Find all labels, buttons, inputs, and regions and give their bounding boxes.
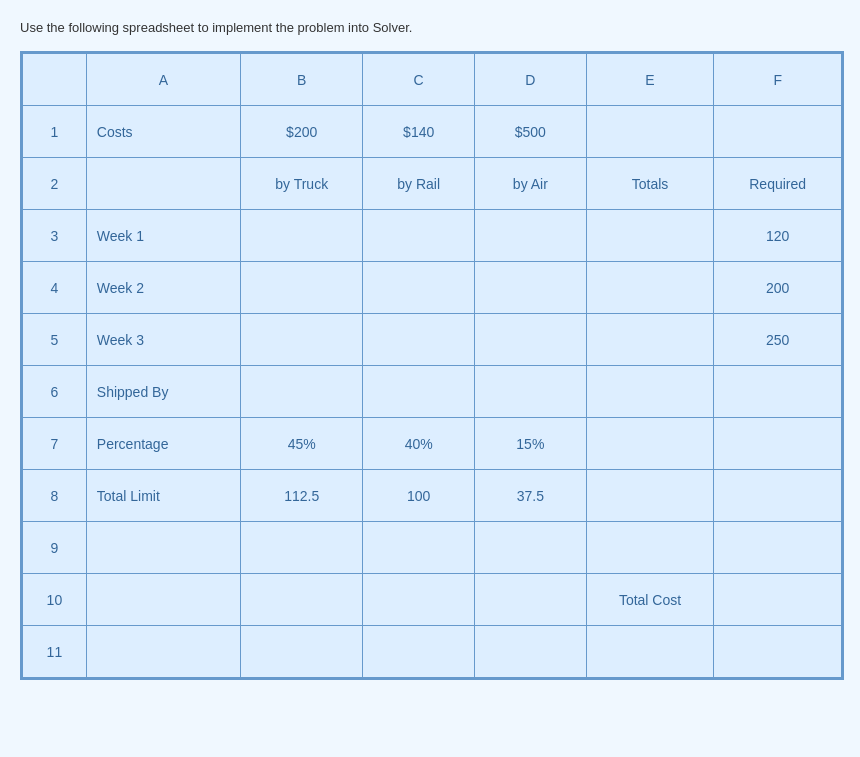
cell-f-7[interactable] (714, 418, 842, 470)
table-row: 9 (23, 522, 842, 574)
cell-b-3[interactable] (241, 210, 363, 262)
table-row: 3Week 1 120 (23, 210, 842, 262)
cell-c-11[interactable] (363, 626, 475, 678)
spreadsheet-table: A B C D E F 1Costs$200$140$5002by Truckb… (22, 53, 842, 678)
cell-a-8[interactable]: Total Limit (86, 470, 240, 522)
cell-f-2[interactable]: Required (714, 158, 842, 210)
row-num-1[interactable]: 1 (23, 106, 87, 158)
cell-e-8[interactable] (586, 470, 714, 522)
header-row: A B C D E F (23, 54, 842, 106)
cell-a-9[interactable] (86, 522, 240, 574)
cell-c-8[interactable]: 100 (363, 470, 475, 522)
cell-f-5[interactable]: 250 (714, 314, 842, 366)
cell-d-3[interactable] (475, 210, 587, 262)
table-row: 5Week 3 250 (23, 314, 842, 366)
header-b: B (241, 54, 363, 106)
cell-c-5[interactable] (363, 314, 475, 366)
cell-b-6[interactable] (241, 366, 363, 418)
cell-d-1[interactable]: $500 (475, 106, 587, 158)
header-c: C (363, 54, 475, 106)
instruction-text: Use the following spreadsheet to impleme… (20, 20, 840, 35)
cell-f-11[interactable] (714, 626, 842, 678)
header-a: A (86, 54, 240, 106)
cell-e-6[interactable] (586, 366, 714, 418)
cell-c-4[interactable] (363, 262, 475, 314)
cell-e-5[interactable] (586, 314, 714, 366)
cell-d-9[interactable] (475, 522, 587, 574)
cell-e-1[interactable] (586, 106, 714, 158)
row-num-8[interactable]: 8 (23, 470, 87, 522)
cell-d-10[interactable] (475, 574, 587, 626)
table-row: 8Total Limit112.510037.5 (23, 470, 842, 522)
cell-f-10[interactable] (714, 574, 842, 626)
row-num-10[interactable]: 10 (23, 574, 87, 626)
table-row: 7Percentage45%40%15% (23, 418, 842, 470)
cell-a-4[interactable]: Week 2 (86, 262, 240, 314)
header-e: E (586, 54, 714, 106)
cell-d-4[interactable] (475, 262, 587, 314)
cell-a-11[interactable] (86, 626, 240, 678)
table-row: 6Shipped By (23, 366, 842, 418)
cell-a-2[interactable] (86, 158, 240, 210)
row-num-4[interactable]: 4 (23, 262, 87, 314)
cell-c-7[interactable]: 40% (363, 418, 475, 470)
header-d: D (475, 54, 587, 106)
cell-c-6[interactable] (363, 366, 475, 418)
row-num-9[interactable]: 9 (23, 522, 87, 574)
row-num-11[interactable]: 11 (23, 626, 87, 678)
cell-f-3[interactable]: 120 (714, 210, 842, 262)
cell-e-11[interactable] (586, 626, 714, 678)
cell-b-8[interactable]: 112.5 (241, 470, 363, 522)
row-num-5[interactable]: 5 (23, 314, 87, 366)
row-num-3[interactable]: 3 (23, 210, 87, 262)
cell-c-9[interactable] (363, 522, 475, 574)
table-row: 2 by Truckby Railby AirTotalsRequired (23, 158, 842, 210)
cell-b-10[interactable] (241, 574, 363, 626)
cell-e-3[interactable] (586, 210, 714, 262)
cell-e-7[interactable] (586, 418, 714, 470)
cell-c-10[interactable] (363, 574, 475, 626)
cell-b-1[interactable]: $200 (241, 106, 363, 158)
cell-a-5[interactable]: Week 3 (86, 314, 240, 366)
row-num-6[interactable]: 6 (23, 366, 87, 418)
table-row: 1Costs$200$140$500 (23, 106, 842, 158)
cell-f-6[interactable] (714, 366, 842, 418)
header-f: F (714, 54, 842, 106)
cell-a-7[interactable]: Percentage (86, 418, 240, 470)
cell-a-6[interactable]: Shipped By (86, 366, 240, 418)
row-num-7[interactable]: 7 (23, 418, 87, 470)
cell-b-9[interactable] (241, 522, 363, 574)
cell-d-2[interactable]: by Air (475, 158, 587, 210)
cell-d-5[interactable] (475, 314, 587, 366)
cell-d-7[interactable]: 15% (475, 418, 587, 470)
table-row: 10 Total Cost (23, 574, 842, 626)
row-num-2[interactable]: 2 (23, 158, 87, 210)
cell-b-11[interactable] (241, 626, 363, 678)
cell-e-10[interactable]: Total Cost (586, 574, 714, 626)
cell-b-4[interactable] (241, 262, 363, 314)
cell-e-9[interactable] (586, 522, 714, 574)
cell-b-7[interactable]: 45% (241, 418, 363, 470)
cell-a-3[interactable]: Week 1 (86, 210, 240, 262)
cell-e-4[interactable] (586, 262, 714, 314)
cell-d-6[interactable] (475, 366, 587, 418)
cell-c-3[interactable] (363, 210, 475, 262)
cell-a-10[interactable] (86, 574, 240, 626)
cell-b-2[interactable]: by Truck (241, 158, 363, 210)
cell-a-1[interactable]: Costs (86, 106, 240, 158)
table-row: 11 (23, 626, 842, 678)
cell-f-4[interactable]: 200 (714, 262, 842, 314)
cell-f-8[interactable] (714, 470, 842, 522)
cell-c-1[interactable]: $140 (363, 106, 475, 158)
header-empty (23, 54, 87, 106)
cell-d-8[interactable]: 37.5 (475, 470, 587, 522)
cell-f-9[interactable] (714, 522, 842, 574)
cell-d-11[interactable] (475, 626, 587, 678)
cell-e-2[interactable]: Totals (586, 158, 714, 210)
cell-b-5[interactable] (241, 314, 363, 366)
table-row: 4Week 2 200 (23, 262, 842, 314)
spreadsheet: A B C D E F 1Costs$200$140$5002by Truckb… (20, 51, 844, 680)
cell-f-1[interactable] (714, 106, 842, 158)
cell-c-2[interactable]: by Rail (363, 158, 475, 210)
